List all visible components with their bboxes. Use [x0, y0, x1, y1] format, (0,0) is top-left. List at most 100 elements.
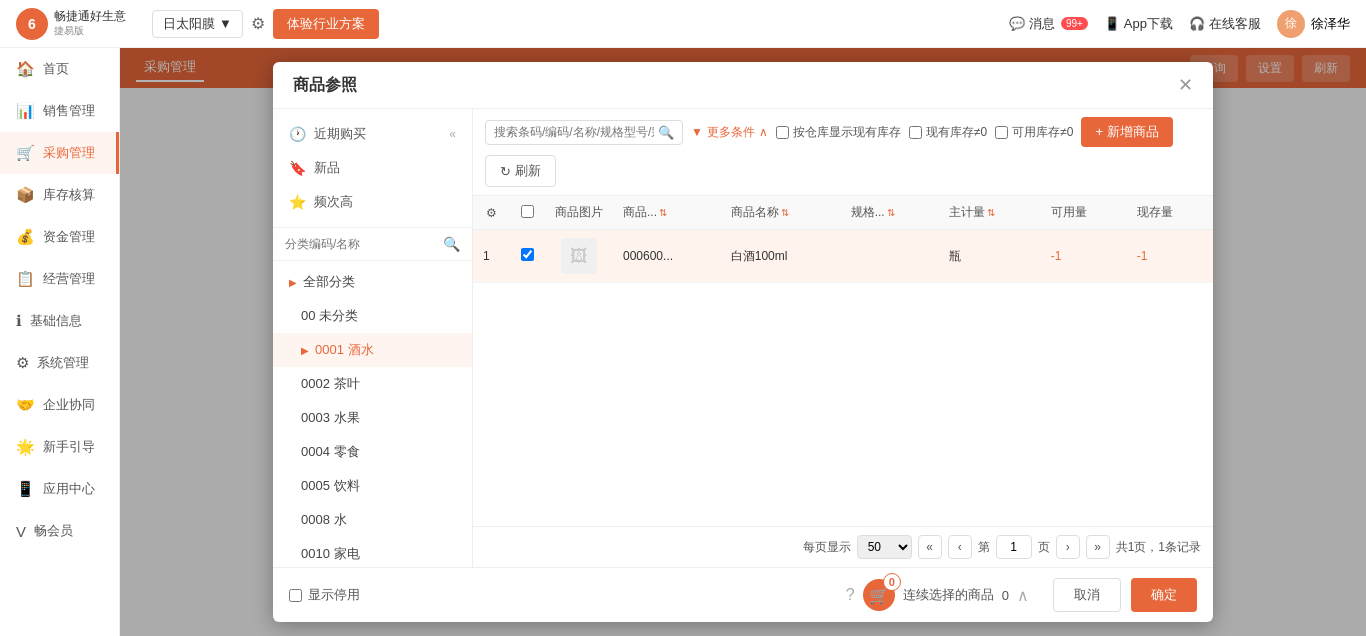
page-number-input[interactable]	[996, 535, 1032, 559]
col-available-label: 可用量	[1051, 205, 1087, 219]
enterprise-icon: 🤝	[16, 396, 35, 414]
sidebar-item-finance[interactable]: 💰 资金管理	[0, 216, 119, 258]
cat-liquor[interactable]: ▶ 0001 酒水	[273, 333, 472, 367]
sidebar-item-operations[interactable]: 📋 经营管理	[0, 258, 119, 300]
sidebar-label-home: 首页	[43, 60, 69, 78]
col-available: 可用量	[1041, 196, 1127, 230]
cat-snacks-label: 0004 零食	[301, 443, 360, 461]
last-page-button[interactable]: »	[1086, 535, 1110, 559]
cart-button[interactable]: 🛒 0	[863, 579, 895, 611]
online-service-item[interactable]: 🎧 在线客服	[1189, 15, 1261, 33]
current-stock-checkbox[interactable]	[909, 126, 922, 139]
cat-uncategorized-label: 00 未分类	[301, 307, 358, 325]
message-icon: 💬	[1009, 16, 1025, 31]
sidebar-label-basic-info: 基础信息	[30, 312, 82, 330]
sidebar-label-inventory: 库存核算	[43, 186, 95, 204]
user-area[interactable]: 徐 徐泽华	[1277, 10, 1350, 38]
sidebar-item-home[interactable]: 🏠 首页	[0, 48, 119, 90]
cat-water[interactable]: 0008 水	[273, 503, 472, 537]
cat-uncategorized[interactable]: 00 未分类	[273, 299, 472, 333]
cat-appliances[interactable]: 0010 家电	[273, 537, 472, 567]
sort-icon-spec: ⇅	[887, 207, 895, 218]
cat-drinks[interactable]: 0005 饮料	[273, 469, 472, 503]
message-badge: 99+	[1061, 17, 1088, 30]
modal-title: 商品参照	[293, 75, 357, 96]
category-search-icon[interactable]: 🔍	[443, 236, 460, 252]
sidebar-item-member[interactable]: V 畅会员	[0, 510, 119, 552]
col-code-label: 商品...	[623, 204, 657, 221]
next-page-button[interactable]: ›	[1056, 535, 1080, 559]
refresh-button[interactable]: ↻ 刷新	[485, 155, 556, 187]
app-download-item[interactable]: 📱 App下载	[1104, 15, 1173, 33]
prev-page-button[interactable]: ‹	[948, 535, 972, 559]
category-search-input[interactable]	[285, 237, 437, 251]
sidebar-item-system[interactable]: ⚙ 系统管理	[0, 342, 119, 384]
store-selector[interactable]: 日太阳膜 ▼	[152, 10, 243, 38]
sort-icon-name: ⇅	[781, 207, 789, 218]
top-navigation: 6 畅捷通好生意 捷易版 日太阳膜 ▼ ⚙ 体验行业方案 💬 消息 99+ 📱 …	[0, 0, 1366, 48]
app-download-label: App下载	[1124, 15, 1173, 33]
fold-button[interactable]: ∧	[1017, 586, 1029, 605]
filter-label: 更多条件	[707, 124, 755, 141]
available-stock-label: 可用库存≠0	[1012, 124, 1073, 141]
select-all-checkbox[interactable]	[521, 205, 534, 218]
message-nav-item[interactable]: 💬 消息 99+	[1009, 15, 1088, 33]
high-freq-tab[interactable]: ⭐ 频次高	[273, 185, 472, 219]
avatar: 徐	[1277, 10, 1305, 38]
cat-drinks-label: 0005 饮料	[301, 477, 360, 495]
cat-all[interactable]: ▶ 全部分类	[273, 265, 472, 299]
add-product-button[interactable]: + 新增商品	[1081, 117, 1172, 147]
toolbar: 🔍 ▼ 更多条件 ∧ 按仓库显示现有库存	[473, 109, 1213, 196]
sidebar-item-app-center[interactable]: 📱 应用中心	[0, 468, 119, 510]
sidebar-item-inventory[interactable]: 📦 库存核算	[0, 174, 119, 216]
confirm-button[interactable]: 确定	[1131, 578, 1197, 612]
show-disabled-checkbox[interactable]	[289, 589, 302, 602]
per-page-select[interactable]: 50 10 20 100	[857, 535, 912, 559]
product-search-input[interactable]	[494, 125, 654, 139]
app-center-icon: 📱	[16, 480, 35, 498]
cat-fruit-label: 0003 水果	[301, 409, 360, 427]
page-word: 第	[978, 539, 990, 556]
row-index: 1	[473, 230, 509, 283]
right-panel: 🔍 ▼ 更多条件 ∧ 按仓库显示现有库存	[473, 109, 1213, 567]
current-stock-checkbox-group: 现有库存≠0	[909, 124, 987, 141]
sidebar-label-sales: 销售管理	[43, 102, 95, 120]
cancel-button[interactable]: 取消	[1053, 578, 1121, 612]
first-page-button[interactable]: «	[918, 535, 942, 559]
cat-tea[interactable]: 0002 茶叶	[273, 367, 472, 401]
new-product-tab[interactable]: 🔖 新品	[273, 151, 472, 185]
recent-label: 近期购买	[314, 125, 366, 143]
left-panel: 🕐 近期购买 « 🔖 新品 ⭐ 频次高	[273, 109, 473, 567]
continuous-label: 连续选择的商品	[903, 586, 994, 604]
sidebar-label-finance: 资金管理	[43, 228, 95, 246]
product-search-icon[interactable]: 🔍	[658, 125, 674, 140]
available-stock-checkbox[interactable]	[995, 126, 1008, 139]
col-unit-label: 主计量	[949, 204, 985, 221]
sidebar-item-purchase[interactable]: 🛒 采购管理	[0, 132, 119, 174]
cat-snacks[interactable]: 0004 零食	[273, 435, 472, 469]
warehouse-stock-checkbox[interactable]	[776, 126, 789, 139]
page-word2: 页	[1038, 539, 1050, 556]
col-unit: 主计量 ⇅	[939, 196, 1041, 230]
experience-button[interactable]: 体验行业方案	[273, 9, 379, 39]
cat-fruit[interactable]: 0003 水果	[273, 401, 472, 435]
more-filter-button[interactable]: ▼ 更多条件 ∧	[691, 124, 768, 141]
modal-close-button[interactable]: ✕	[1178, 74, 1193, 96]
sidebar-item-guide[interactable]: 🌟 新手引导	[0, 426, 119, 468]
help-icon[interactable]: ?	[846, 586, 855, 604]
chevron-up-icon: ∧	[759, 125, 768, 139]
purchase-icon: 🛒	[16, 144, 35, 162]
filter-icon: ▼	[691, 125, 703, 139]
sidebar-item-basic-info[interactable]: ℹ 基础信息	[0, 300, 119, 342]
logo-area: 6 畅捷通好生意 捷易版	[16, 8, 136, 40]
recent-purchase-tab[interactable]: 🕐 近期购买 «	[273, 117, 472, 151]
refresh-label: 刷新	[515, 162, 541, 180]
table-row[interactable]: 1 🖼 000600... 白酒100ml	[473, 230, 1213, 283]
row-checkbox[interactable]	[521, 248, 534, 261]
cat-water-label: 0008 水	[301, 511, 347, 529]
message-label: 消息	[1029, 15, 1055, 33]
sidebar-item-sales[interactable]: 📊 销售管理	[0, 90, 119, 132]
sidebar-item-enterprise[interactable]: 🤝 企业协同	[0, 384, 119, 426]
settings-icon[interactable]: ⚙	[251, 14, 265, 33]
row-image: 🖼	[545, 230, 613, 283]
